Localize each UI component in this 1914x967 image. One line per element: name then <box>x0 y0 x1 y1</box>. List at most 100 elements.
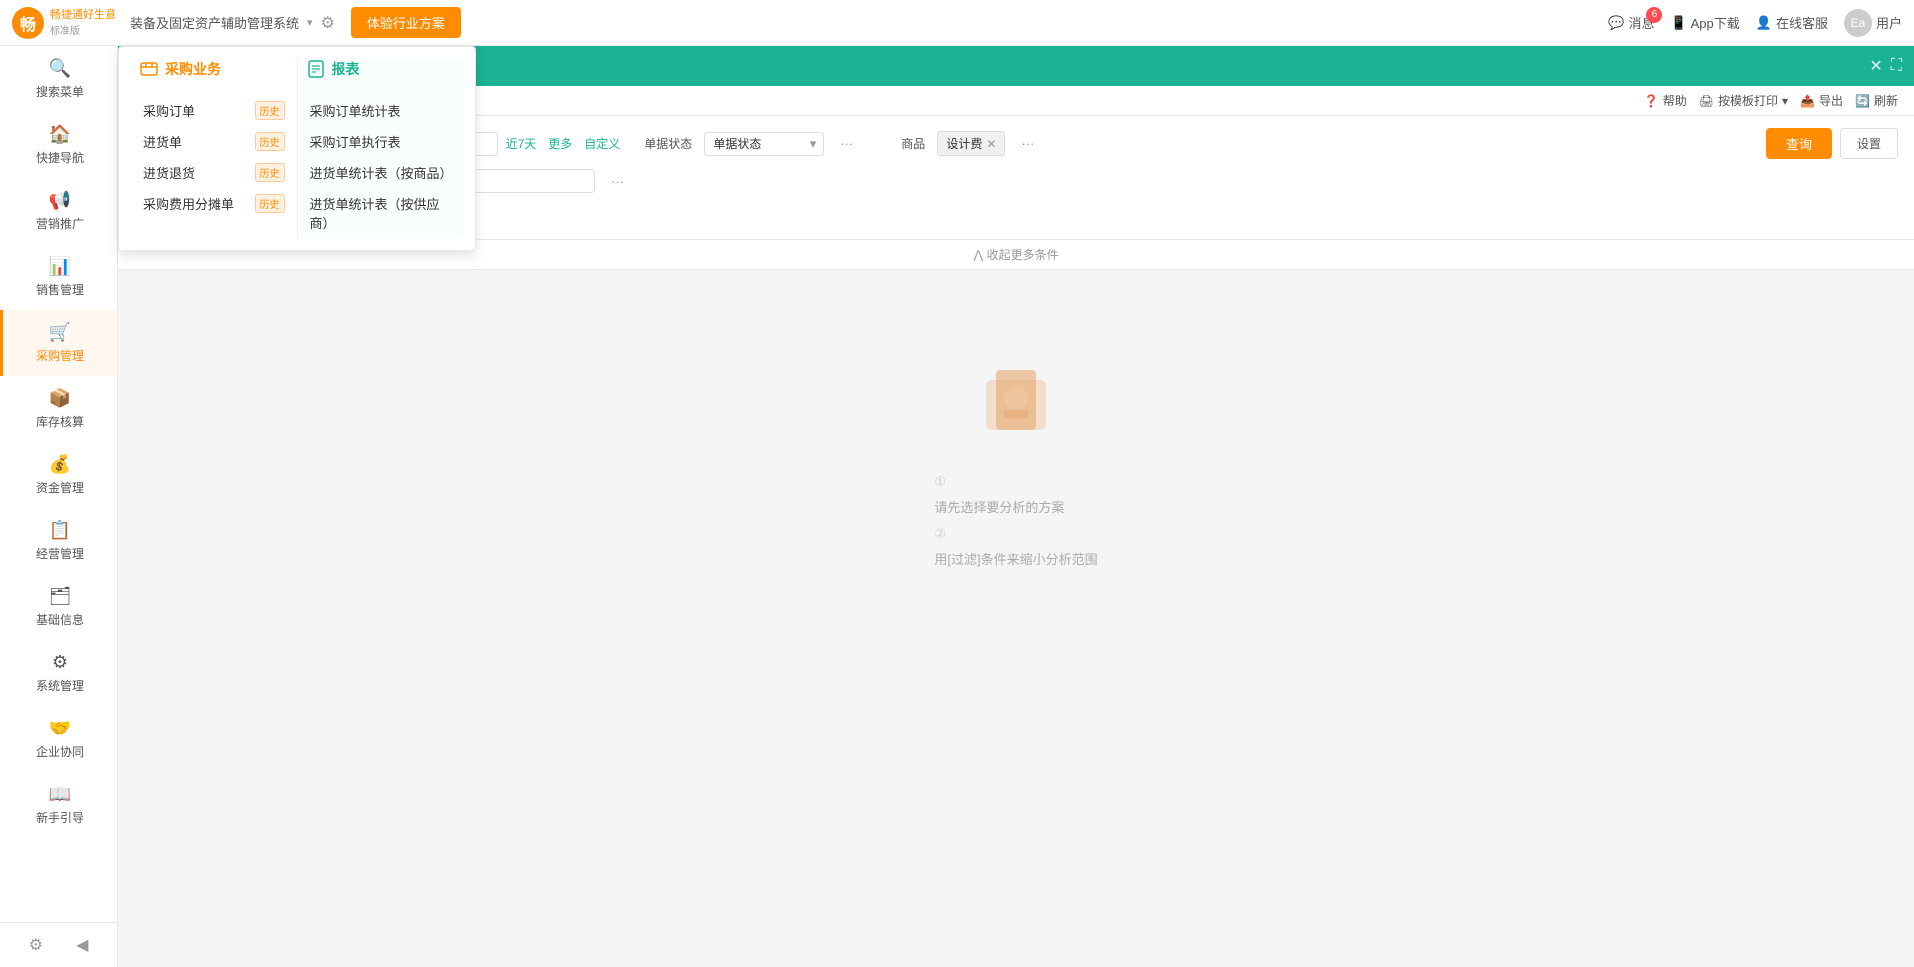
print-dropdown-icon[interactable]: ▾ <box>1782 94 1788 108</box>
menu-item-purchase-return[interactable]: 进货退货 历史 <box>139 157 289 188</box>
top-right-area: 💬 消息 6 📱 App下载 👤 在线客服 Ea 用户 <box>1608 9 1902 37</box>
sidebar-label-search: 搜索菜单 <box>36 83 84 100</box>
sidebar-item-finance[interactable]: 💰 资金管理 <box>0 442 117 508</box>
help-button[interactable]: ❓ 帮助 <box>1644 92 1687 109</box>
goods-tag: 设计费 ✕ <box>937 131 1005 156</box>
setting-button[interactable]: 设置 <box>1840 128 1898 159</box>
shortcut-custom[interactable]: 自定义 <box>584 135 620 152</box>
menu-item-purchase-receipt[interactable]: 进货单 历史 <box>139 126 289 157</box>
sidebar-settings-icon[interactable]: ⚙ <box>29 935 43 955</box>
home-icon: 🏠 <box>49 124 71 145</box>
shortcut-more[interactable]: 更多 <box>548 135 572 152</box>
user-initials: Ea <box>1851 16 1866 30</box>
tip2-text: 用[过滤]条件来缩小分析范围 <box>934 547 1097 573</box>
sidebar-label-basic-info: 基础信息 <box>36 611 84 628</box>
voucher-status-select[interactable]: 单据状态 <box>704 132 824 156</box>
sidebar-item-system[interactable]: ⚙ 系统管理 <box>0 640 117 706</box>
search-button[interactable]: 查询 <box>1766 128 1832 159</box>
operations-icon: 📋 <box>49 520 71 541</box>
sidebar-item-purchase[interactable]: 🛒 采购管理 <box>0 310 117 376</box>
refresh-button[interactable]: 🔄 刷新 <box>1855 92 1898 109</box>
sidebar-item-enterprise[interactable]: 🤝 企业协同 <box>0 706 117 772</box>
reports-title: 报表 <box>332 59 360 79</box>
menu-item-order-stats[interactable]: 采购订单统计表 <box>306 95 456 126</box>
sidebar-item-operations[interactable]: 📋 经营管理 <box>0 508 117 574</box>
menu-item-order-exec[interactable]: 采购订单执行表 <box>306 126 456 157</box>
sidebar-label-operations: 经营管理 <box>36 545 84 562</box>
empty-tip-2: ② 用[过滤]条件来缩小分析范围 <box>934 521 1097 573</box>
export-button[interactable]: 📤 导出 <box>1800 92 1843 109</box>
order-exec-label: 采购订单执行表 <box>310 132 401 151</box>
sidebar-item-quick-nav[interactable]: 🏠 快捷导航 <box>0 112 117 178</box>
sidebar-collapse-icon[interactable]: ◀ <box>76 935 88 955</box>
sidebar-label-sales: 销售管理 <box>36 281 84 298</box>
empty-state: ① 请先选择要分析的方案 ② 用[过滤]条件来缩小分析范围 <box>118 270 1914 653</box>
app-download-button[interactable]: 📱 App下载 <box>1670 13 1739 32</box>
service-icon: 👤 <box>1756 15 1772 31</box>
online-service-button[interactable]: 👤 在线客服 <box>1756 13 1828 32</box>
purchase-receipt-label: 进货单 <box>143 132 182 151</box>
sales-icon: 📊 <box>49 256 71 277</box>
message-button[interactable]: 💬 消息 6 <box>1608 13 1654 32</box>
top-bar: 畅 畅捷通好生意 标准版 装备及固定资产辅助管理系统 ▾ ⚙ 体验行业方案 💬 … <box>0 0 1914 46</box>
sidebar-label-quick-nav: 快捷导航 <box>36 149 84 166</box>
sidebar-item-sales[interactable]: 📊 销售管理 <box>0 244 117 310</box>
sidebar-label-finance: 资金管理 <box>36 479 84 496</box>
sidebar: 🔍 搜索菜单 🏠 快捷导航 📢 营销推广 📊 销售管理 🛒 采购管理 📦 库存核… <box>0 46 118 967</box>
phone-icon: 📱 <box>1670 15 1686 31</box>
ellipsis-2: ··· <box>1021 136 1034 151</box>
receipt-by-supplier-label: 进货单统计表（按供应商） <box>310 194 452 232</box>
purchase-business-title: 采购业务 <box>165 59 221 79</box>
menu-item-purchase-order[interactable]: 采购订单 历史 <box>139 95 289 126</box>
reports-col: 报表 采购订单统计表 采购订单执行表 进货单统计表（按商品） 进货单统计表（按供… <box>297 59 464 238</box>
sidebar-label-enterprise: 企业协同 <box>36 743 84 760</box>
purchase-business-col: 采购业务 采购订单 历史 进货单 历史 进货退货 历史 采购费用分摊单 历史 <box>131 59 297 238</box>
sidebar-item-inventory[interactable]: 📦 库存核算 <box>0 376 117 442</box>
sidebar-label-newbie: 新手引导 <box>36 809 84 826</box>
tab-maximize-icon[interactable]: ⛶ <box>1891 57 1902 75</box>
app-download-label: App下载 <box>1691 13 1740 32</box>
tip1-num: ① <box>934 469 1097 495</box>
logo-area: 畅 畅捷通好生意 标准版 <box>12 7 130 39</box>
sidebar-item-marketing[interactable]: 📢 营销推广 <box>0 178 117 244</box>
menu-item-purchase-fee[interactable]: 采购费用分摊单 历史 <box>139 188 289 219</box>
voucher-status-select-wrap: 单据状态 <box>704 132 824 156</box>
title-dropdown-arrow[interactable]: ▾ <box>307 16 313 29</box>
menu-item-receipt-by-goods[interactable]: 进货单统计表（按商品） <box>306 157 456 188</box>
goods-label: 商品 <box>869 135 925 152</box>
sidebar-item-newbie[interactable]: 📖 新手引导 <box>0 772 117 838</box>
logo-icon: 畅 <box>12 7 44 39</box>
export-icon: 📤 <box>1800 94 1815 108</box>
voucher-status-label: 单据状态 <box>636 135 692 152</box>
purchase-order-label: 采购订单 <box>143 101 195 120</box>
sidebar-label-system: 系统管理 <box>36 677 84 694</box>
trial-button[interactable]: 体验行业方案 <box>351 7 461 38</box>
user-area[interactable]: Ea 用户 <box>1844 9 1902 37</box>
purchase-return-label: 进货退货 <box>143 163 195 182</box>
ellipsis-4: ··· <box>611 174 624 189</box>
sidebar-item-basic-info[interactable]: 🗂 基础信息 <box>0 574 117 640</box>
newbie-icon: 📖 <box>49 784 71 805</box>
history-badge-4: 历史 <box>255 194 285 213</box>
page-content: ① 请先选择要分析的方案 ② 用[过滤]条件来缩小分析范围 <box>118 270 1914 967</box>
menu-item-receipt-by-supplier[interactable]: 进货单统计表（按供应商） <box>306 188 456 238</box>
print-label: 按模板打印 <box>1718 92 1778 109</box>
tab-close-window-icon[interactable]: ✕ <box>1869 56 1882 76</box>
sidebar-bottom: ⚙ ◀ <box>0 922 117 967</box>
online-service-label: 在线客服 <box>1776 13 1828 32</box>
shortcut-7days[interactable]: 近7天 <box>506 135 537 152</box>
tab-bar-actions: ✕ ⛶ <box>1869 56 1914 76</box>
goods-tag-close[interactable]: ✕ <box>986 137 996 151</box>
purchase-icon: 🛒 <box>49 322 71 343</box>
message-badge: 6 <box>1646 7 1662 23</box>
logo-text: 畅捷通好生意 <box>50 8 116 22</box>
receipt-by-goods-label: 进货单统计表（按商品） <box>310 163 452 182</box>
sidebar-item-search[interactable]: 🔍 搜索菜单 <box>0 46 117 112</box>
purchase-dropdown-menu: 采购业务 采购订单 历史 进货单 历史 进货退货 历史 采购费用分摊单 历史 <box>118 46 476 251</box>
system-title-text: 装备及固定资产辅助管理系统 <box>130 13 299 32</box>
settings-icon[interactable]: ⚙ <box>321 13 335 33</box>
print-button[interactable]: 🖨 按模板打印 ▾ <box>1699 92 1788 109</box>
message-icon: 💬 <box>1608 15 1624 31</box>
help-label: 帮助 <box>1663 92 1687 109</box>
finance-icon: 💰 <box>49 454 71 475</box>
